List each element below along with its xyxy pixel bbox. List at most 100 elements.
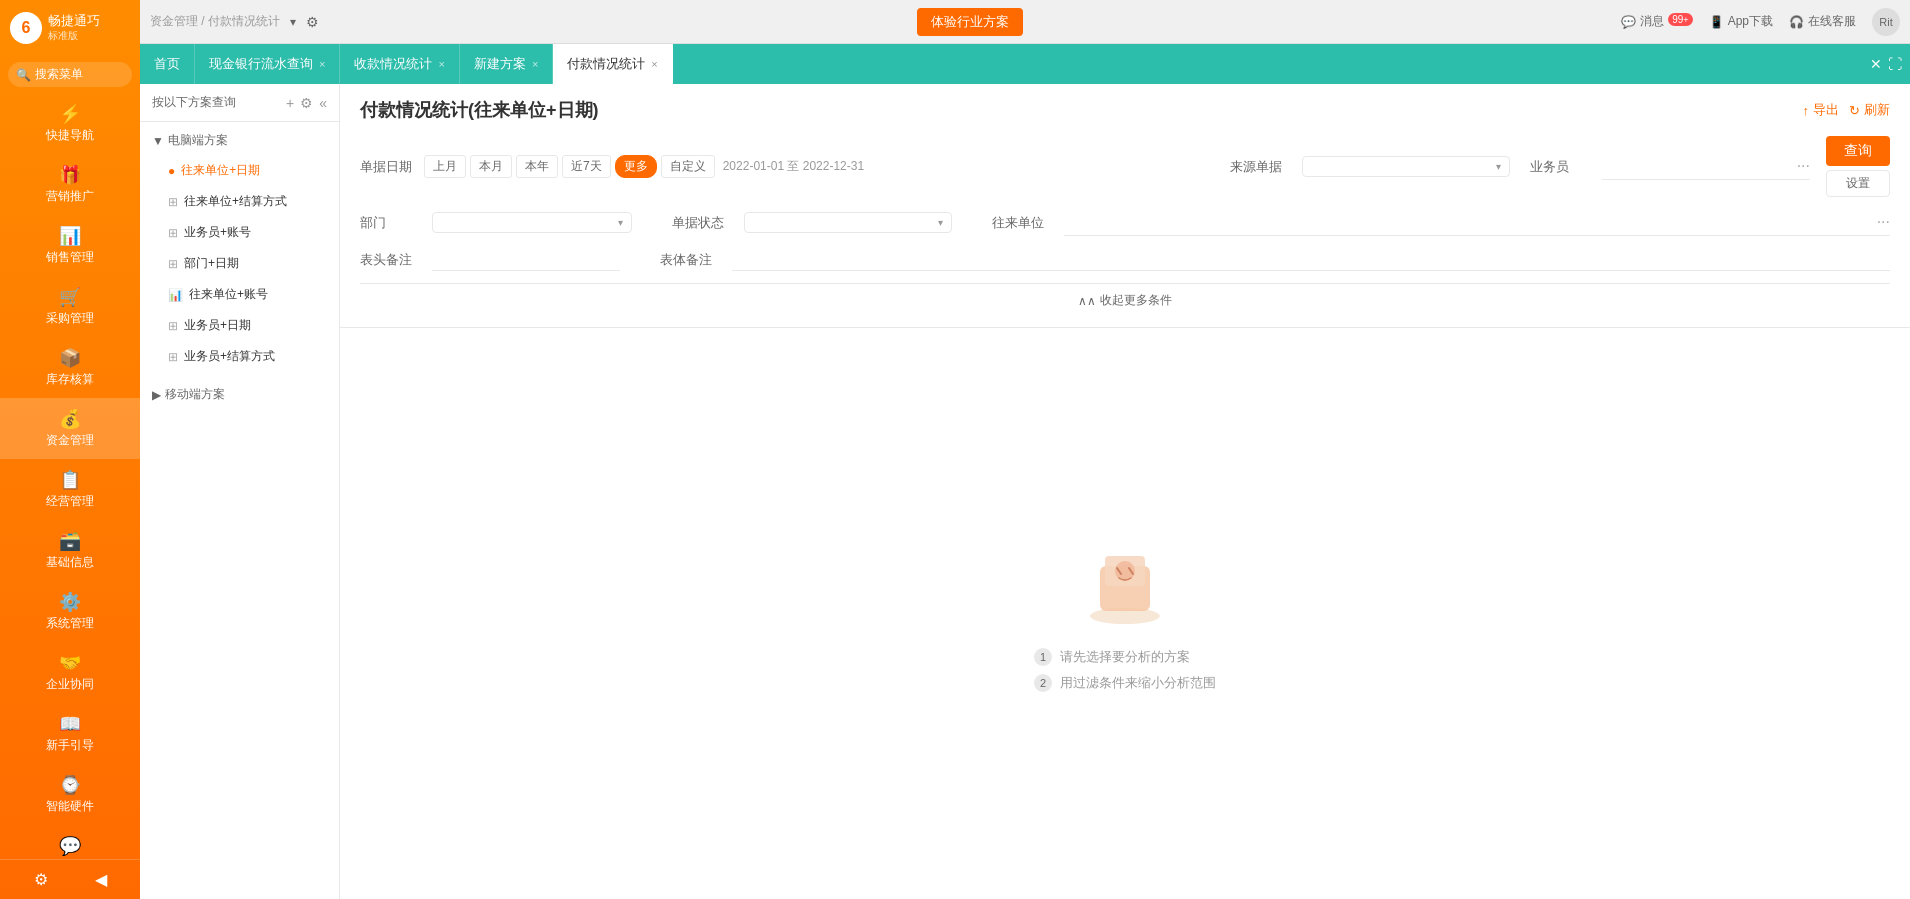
more-btn[interactable]: 更多 (615, 155, 657, 178)
this-year-btn[interactable]: 本年 (516, 155, 558, 178)
settings-bottom-btn[interactable]: ⚙ (34, 870, 48, 889)
salesperson-input[interactable]: ··· (1602, 153, 1810, 180)
source-doc-group: 来源单据 ▾ (1230, 156, 1510, 177)
query-btn[interactable]: 查询 (1826, 136, 1890, 166)
sidebar-item-guide[interactable]: 📖 新手引导 (0, 703, 140, 764)
date-range-text: 2022-01-01 至 2022-12-31 (723, 158, 864, 175)
head-note-input[interactable] (432, 248, 620, 271)
partner-group: 往来单位 ··· (992, 209, 1890, 236)
basic-icon: 🗃️ (59, 530, 81, 552)
filter-setting-btn[interactable]: 设置 (1826, 170, 1890, 197)
scheme-item-partner-settle[interactable]: ⊞ 往来单位+结算方式 (140, 186, 339, 217)
filter-section: 付款情况统计(往来单位+日期) ↑ 导出 ↻ 刷新 单据日期 (340, 84, 1910, 328)
hardware-icon: ⌚ (59, 774, 81, 796)
search-menu-input[interactable]: 🔍 搜索菜单 (8, 62, 132, 87)
sidebar-item-inventory[interactable]: 📦 库存核算 (0, 337, 140, 398)
content-area: 付款情况统计(往来单位+日期) ↑ 导出 ↻ 刷新 单据日期 (340, 84, 1910, 899)
page-title-row: 付款情况统计(往来单位+日期) ↑ 导出 ↻ 刷新 (360, 98, 1890, 122)
sidebar-item-sales[interactable]: 📊 销售管理 (0, 215, 140, 276)
refresh-btn[interactable]: ↻ 刷新 (1849, 101, 1890, 119)
sidebar-item-basic[interactable]: 🗃️ 基础信息 (0, 520, 140, 581)
close-tab-new-scheme[interactable]: × (532, 58, 538, 70)
salesperson-group: 业务员 ··· (1530, 153, 1810, 180)
sidebar-item-hardware[interactable]: ⌚ 智能硬件 (0, 764, 140, 825)
empty-illustration (1075, 536, 1175, 636)
desktop-group-title[interactable]: ▼ 电脑端方案 (140, 126, 339, 155)
tabbar: 首页 现金银行流水查询 × 收款情况统计 × 新建方案 × 付款情况统计 × ✕… (140, 44, 1910, 84)
message-badge: 99+ (1668, 13, 1692, 26)
date-buttons-group: 上月 本月 本年 近7天 更多 自定义 2022-01-01 至 2022-12… (424, 155, 864, 178)
breadcrumb: 资金管理 / 付款情况统计 (150, 13, 280, 30)
collapse-sidebar-btn[interactable]: ◀ (95, 870, 107, 889)
close-tab-receipt-stats[interactable]: × (438, 58, 444, 70)
body-note-input[interactable] (732, 248, 1890, 271)
logo-icon: 6 (10, 12, 42, 44)
collapse-filter-btn[interactable]: ∧∧ 收起更多条件 (360, 283, 1890, 317)
last-month-btn[interactable]: 上月 (424, 155, 466, 178)
scheme-item-dept-date[interactable]: ⊞ 部门+日期 (140, 248, 339, 279)
sidebar-item-wechat[interactable]: 💬 企业微信 (0, 825, 140, 859)
empty-tips: 1 请先选择要分析的方案 2 用过滤条件来缩小分析范围 (1034, 648, 1216, 692)
scheme-header: 按以下方案查询 + ⚙ « (140, 84, 339, 122)
sidebar-item-enterprise[interactable]: 🤝 企业协同 (0, 642, 140, 703)
scheme-table-icon-2: ⊞ (168, 257, 178, 271)
tab-bank-flow[interactable]: 现金银行流水查询 × (195, 44, 340, 84)
sidebar-item-purchase[interactable]: 🛒 采购管理 (0, 276, 140, 337)
head-note-group: 表头备注 (360, 248, 620, 271)
message-icon: 💬 (1621, 15, 1636, 29)
scheme-settings-btn[interactable]: ⚙ (300, 95, 313, 111)
quick-nav-icon: ⚡ (59, 103, 81, 125)
filter-second-row: 部门 ▾ 单据状态 ▾ (360, 209, 1890, 236)
close-tab-payment-stats[interactable]: × (651, 58, 657, 70)
tip-num-1: 1 (1034, 648, 1052, 666)
tab-new-scheme[interactable]: 新建方案 × (460, 44, 553, 84)
sidebar-item-quick-nav[interactable]: ⚡ 快捷导航 (0, 93, 140, 154)
scheme-panel: 按以下方案查询 + ⚙ « ▼ 电脑端方案 ● 往来单位+日期 ⊞ (140, 84, 340, 899)
breadcrumb-dropdown-btn[interactable]: ▾ (290, 15, 296, 29)
dept-select[interactable]: ▾ (432, 212, 632, 233)
sidebar-item-finance[interactable]: 💰 资金管理 (0, 398, 140, 459)
add-scheme-btn[interactable]: + (286, 95, 294, 111)
custom-btn[interactable]: 自定义 (661, 155, 715, 178)
export-btn[interactable]: ↑ 导出 (1803, 101, 1840, 119)
last-7days-btn[interactable]: 近7天 (562, 155, 611, 178)
scheme-item-salesperson-date[interactable]: ⊞ 业务员+日期 (140, 310, 339, 341)
topbar-gear-btn[interactable]: ⚙ (306, 14, 319, 30)
tab-home[interactable]: 首页 (140, 44, 195, 84)
doc-status-select[interactable]: ▾ (744, 212, 952, 233)
this-month-btn[interactable]: 本月 (470, 155, 512, 178)
close-tab-bank-flow[interactable]: × (319, 58, 325, 70)
close-window-btn[interactable]: ✕ (1870, 56, 1882, 72)
user-avatar[interactable]: Rit (1872, 8, 1900, 36)
online-service-btn[interactable]: 🎧 在线客服 (1789, 13, 1856, 30)
empty-tip-1: 1 请先选择要分析的方案 (1034, 648, 1216, 666)
desktop-group-arrow: ▼ (152, 134, 164, 148)
partner-dotdot: ··· (1877, 213, 1890, 231)
main-area: 资金管理 / 付款情况统计 ▾ ⚙ 体验行业方案 💬 消息 99+ 📱 App下… (140, 0, 1910, 899)
sidebar-item-marketing[interactable]: 🎁 营销推广 (0, 154, 140, 215)
fullscreen-btn[interactable]: ⛶ (1888, 56, 1902, 72)
tab-payment-stats[interactable]: 付款情况统计 × (553, 44, 672, 84)
marketing-icon: 🎁 (59, 164, 81, 186)
scheme-item-salesperson-account[interactable]: ⊞ 业务员+账号 (140, 217, 339, 248)
partner-input[interactable]: ··· (1064, 209, 1890, 236)
collapse-scheme-btn[interactable]: « (319, 95, 327, 111)
scheme-item-salesperson-settle[interactable]: ⊞ 业务员+结算方式 (140, 341, 339, 372)
scheme-item-partner-account[interactable]: 📊 往来单位+账号 (140, 279, 339, 310)
page-content: 按以下方案查询 + ⚙ « ▼ 电脑端方案 ● 往来单位+日期 ⊞ (140, 84, 1910, 899)
sidebar-item-system[interactable]: ⚙️ 系统管理 (0, 581, 140, 642)
mobile-group-title[interactable]: ▶ 移动端方案 (140, 380, 339, 409)
filter-third-row: 表头备注 表体备注 (360, 248, 1890, 271)
app-download-btn[interactable]: 📱 App下载 (1709, 13, 1773, 30)
export-icon: ↑ (1803, 103, 1810, 118)
scheme-item-partner-date[interactable]: ● 往来单位+日期 (140, 155, 339, 186)
trial-industry-btn[interactable]: 体验行业方案 (917, 8, 1023, 36)
mobile-scheme-group: ▶ 移动端方案 (140, 376, 339, 413)
source-doc-arrow: ▾ (1496, 161, 1501, 172)
tab-receipt-stats[interactable]: 收款情况统计 × (340, 44, 459, 84)
head-note-label: 表头备注 (360, 251, 424, 269)
sidebar-item-operation[interactable]: 📋 经营管理 (0, 459, 140, 520)
message-btn[interactable]: 💬 消息 99+ (1621, 13, 1692, 30)
source-doc-select[interactable]: ▾ (1302, 156, 1510, 177)
scheme-header-actions: + ⚙ « (286, 95, 327, 111)
